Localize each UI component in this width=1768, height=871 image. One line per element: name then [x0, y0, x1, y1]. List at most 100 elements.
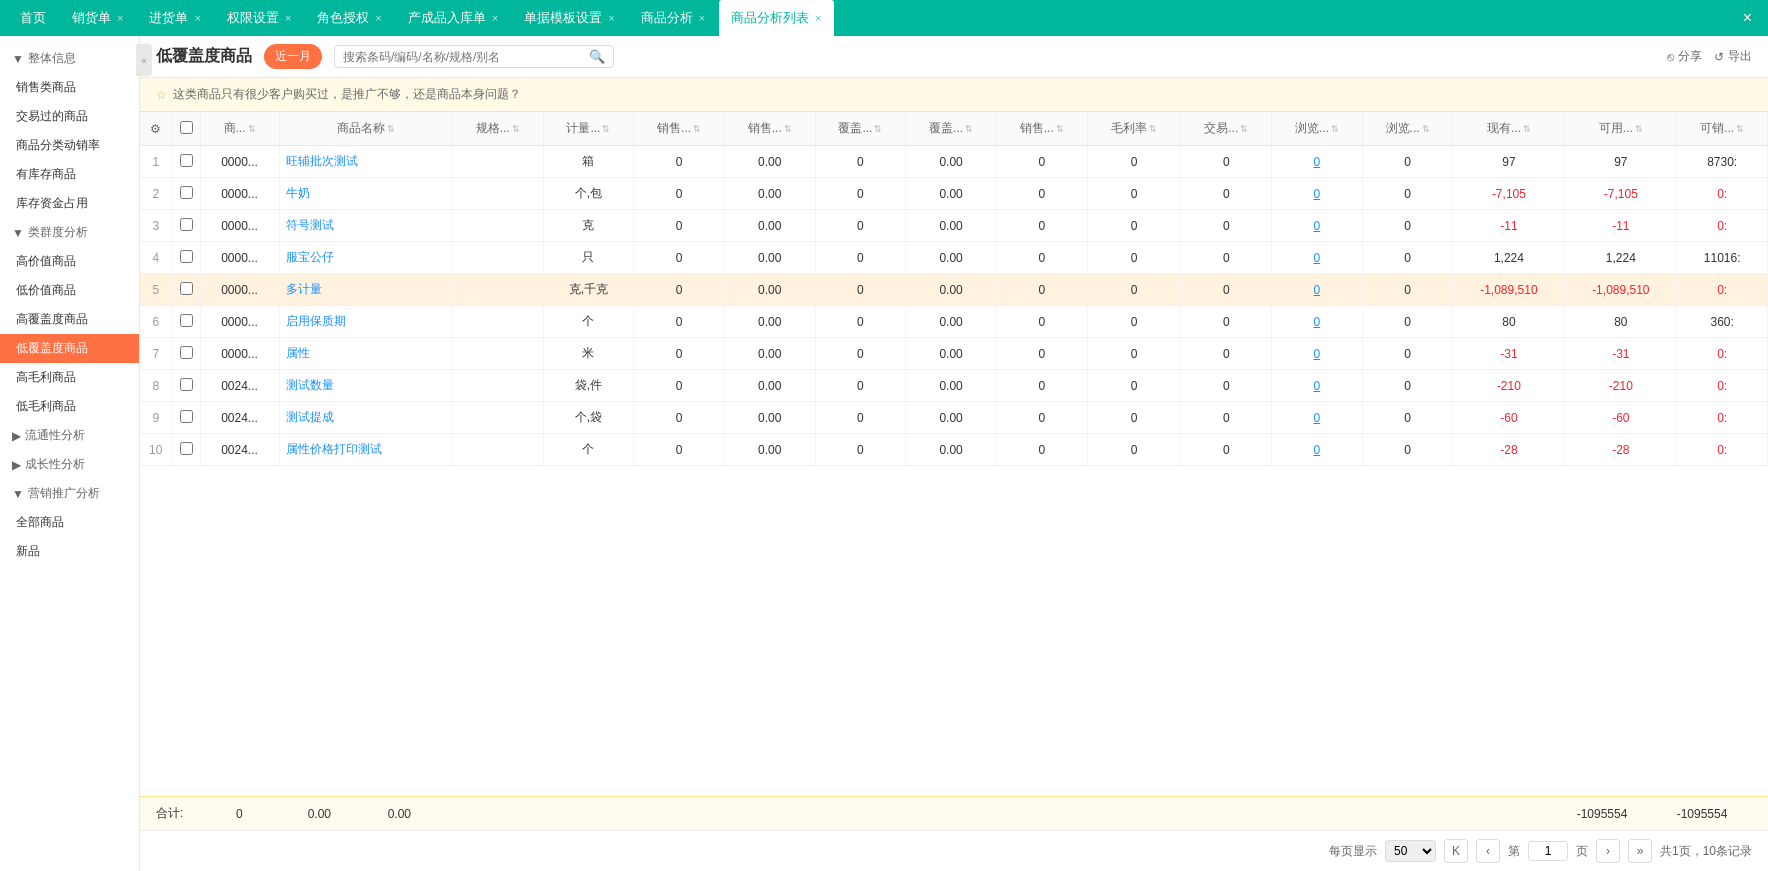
sidebar-item-new-products[interactable]: 新品 — [0, 537, 139, 566]
row-unit: 克 — [543, 210, 634, 242]
row-view1[interactable]: 0 — [1272, 274, 1363, 306]
nav-product-analysis-list[interactable]: 商品分析列表 × — [719, 0, 833, 36]
row-saleable: 360: — [1677, 306, 1768, 338]
row-checkbox[interactable] — [172, 434, 200, 466]
row-sales3: 0 — [996, 338, 1087, 370]
nav-purchase-order[interactable]: 进货单 × — [137, 0, 212, 36]
sidebar-item-high-margin[interactable]: 高毛利商品 — [0, 363, 139, 392]
page-number-input[interactable] — [1528, 841, 1568, 861]
row-available-stock: 1,224 — [1565, 242, 1677, 274]
row-name[interactable]: 牛奶 — [279, 178, 452, 210]
row-view1[interactable]: 0 — [1272, 242, 1363, 274]
nav-permission[interactable]: 权限设置 × — [215, 0, 303, 36]
row-code: 0000... — [200, 306, 279, 338]
nav-product-analysis[interactable]: 商品分析 × — [629, 0, 717, 36]
info-banner: ☆ 这类商品只有很少客户购买过，是推广不够，还是商品本身问题？ — [140, 78, 1768, 112]
last-page-button[interactable]: » — [1628, 839, 1652, 863]
row-view1[interactable]: 0 — [1272, 210, 1363, 242]
per-page-select[interactable]: 50 20 100 200 — [1385, 840, 1436, 862]
sidebar-section-marketing[interactable]: ▼ 营销推广分析 — [0, 479, 139, 508]
search-input[interactable] — [343, 50, 585, 64]
row-checkbox[interactable] — [172, 402, 200, 434]
close-icon[interactable]: × — [194, 12, 200, 24]
row-view1[interactable]: 0 — [1272, 146, 1363, 178]
sidebar-item-low-value[interactable]: 低价值商品 — [0, 276, 139, 305]
chevron-right-icon: ▶ — [12, 429, 21, 443]
th-saleable: 可销...⇅ — [1677, 112, 1768, 146]
row-view1[interactable]: 0 — [1272, 402, 1363, 434]
window-close-button[interactable]: × — [1735, 9, 1760, 27]
row-name[interactable]: 测试提成 — [279, 402, 452, 434]
sidebar-section-circulation[interactable]: ▶ 流通性分析 — [0, 421, 139, 450]
sidebar-item-inventory-capital[interactable]: 库存资金占用 — [0, 189, 139, 218]
row-name[interactable]: 属性 — [279, 338, 452, 370]
th-name: 商品名称⇅ — [279, 112, 452, 146]
row-checkbox[interactable] — [172, 370, 200, 402]
close-icon[interactable]: × — [375, 12, 381, 24]
row-number: 2 — [140, 178, 172, 210]
nav-template-settings[interactable]: 单据模板设置 × — [512, 0, 626, 36]
close-icon[interactable]: × — [815, 12, 821, 24]
sidebar-item-stocked-products[interactable]: 有库存商品 — [0, 160, 139, 189]
table-row: 40000...服宝公仔只00.0000.00000001,2241,22411… — [140, 242, 1768, 274]
row-checkbox[interactable] — [172, 338, 200, 370]
close-icon[interactable]: × — [608, 12, 614, 24]
row-view1[interactable]: 0 — [1272, 370, 1363, 402]
first-page-button[interactable]: K — [1444, 839, 1468, 863]
row-coverage2: 0.00 — [906, 338, 997, 370]
next-page-button[interactable]: › — [1596, 839, 1620, 863]
row-name[interactable]: 服宝公仔 — [279, 242, 452, 274]
row-checkbox[interactable] — [172, 178, 200, 210]
nav-product-warehouse[interactable]: 产成品入库单 × — [396, 0, 510, 36]
close-icon[interactable]: × — [285, 12, 291, 24]
select-all-checkbox[interactable] — [180, 121, 193, 134]
th-checkbox[interactable] — [172, 112, 200, 146]
row-view2: 0 — [1362, 306, 1453, 338]
sidebar-section-overview[interactable]: ▼ 整体信息 — [0, 44, 139, 73]
row-checkbox[interactable] — [172, 146, 200, 178]
nav-home[interactable]: 首页 — [8, 0, 58, 36]
sidebar-item-high-coverage[interactable]: 高覆盖度商品 — [0, 305, 139, 334]
row-view1[interactable]: 0 — [1272, 178, 1363, 210]
table-wrapper[interactable]: ⚙ 商...⇅ 商品名称⇅ 规格...⇅ 计量...⇅ 销售...⇅ 销售...… — [140, 112, 1768, 796]
row-view1[interactable]: 0 — [1272, 306, 1363, 338]
sidebar-item-traded-products[interactable]: 交易过的商品 — [0, 102, 139, 131]
nav-role-auth[interactable]: 角色授权 × — [305, 0, 393, 36]
row-name[interactable]: 启用保质期 — [279, 306, 452, 338]
sidebar-item-low-coverage[interactable]: 低覆盖度商品 — [0, 334, 139, 363]
prev-page-button[interactable]: ‹ — [1476, 839, 1500, 863]
sidebar-item-high-value[interactable]: 高价值商品 — [0, 247, 139, 276]
row-checkbox[interactable] — [172, 242, 200, 274]
footer-current-stock: -1095554 — [1552, 807, 1652, 821]
row-checkbox[interactable] — [172, 274, 200, 306]
th-coverage2: 覆盖...⇅ — [906, 112, 997, 146]
row-name[interactable]: 测试数量 — [279, 370, 452, 402]
sidebar-item-sales-products[interactable]: 销售类商品 — [0, 73, 139, 102]
sidebar-section-growth[interactable]: ▶ 成长性分析 — [0, 450, 139, 479]
sidebar-item-category-turnover[interactable]: 商品分类动销率 — [0, 131, 139, 160]
row-name[interactable]: 旺辅批次测试 — [279, 146, 452, 178]
th-settings[interactable]: ⚙ — [140, 112, 172, 146]
close-icon[interactable]: × — [117, 12, 123, 24]
share-button[interactable]: ⎋ 分享 — [1667, 48, 1702, 65]
period-button-recent-month[interactable]: 近一月 — [264, 44, 322, 69]
nav-sales-order[interactable]: 销货单 × — [60, 0, 135, 36]
row-checkbox[interactable] — [172, 210, 200, 242]
sidebar-collapse-button[interactable]: « — [136, 44, 152, 76]
sidebar-section-group-analysis[interactable]: ▼ 类群度分析 — [0, 218, 139, 247]
row-name[interactable]: 属性价格打印测试 — [279, 434, 452, 466]
row-checkbox[interactable] — [172, 306, 200, 338]
row-current-stock: -60 — [1453, 402, 1565, 434]
sidebar-item-low-margin[interactable]: 低毛利商品 — [0, 392, 139, 421]
row-view1[interactable]: 0 — [1272, 434, 1363, 466]
sidebar-item-all-products[interactable]: 全部商品 — [0, 508, 139, 537]
close-icon[interactable]: × — [699, 12, 705, 24]
table-header-row: ⚙ 商...⇅ 商品名称⇅ 规格...⇅ 计量...⇅ 销售...⇅ 销售...… — [140, 112, 1768, 146]
row-name[interactable]: 符号测试 — [279, 210, 452, 242]
row-view1[interactable]: 0 — [1272, 338, 1363, 370]
row-name[interactable]: 多计量 — [279, 274, 452, 306]
search-box[interactable]: 🔍 — [334, 45, 614, 68]
export-button[interactable]: ↺ 导出 — [1714, 48, 1752, 65]
close-icon[interactable]: × — [492, 12, 498, 24]
footer-total-label: 合计: — [156, 805, 183, 822]
